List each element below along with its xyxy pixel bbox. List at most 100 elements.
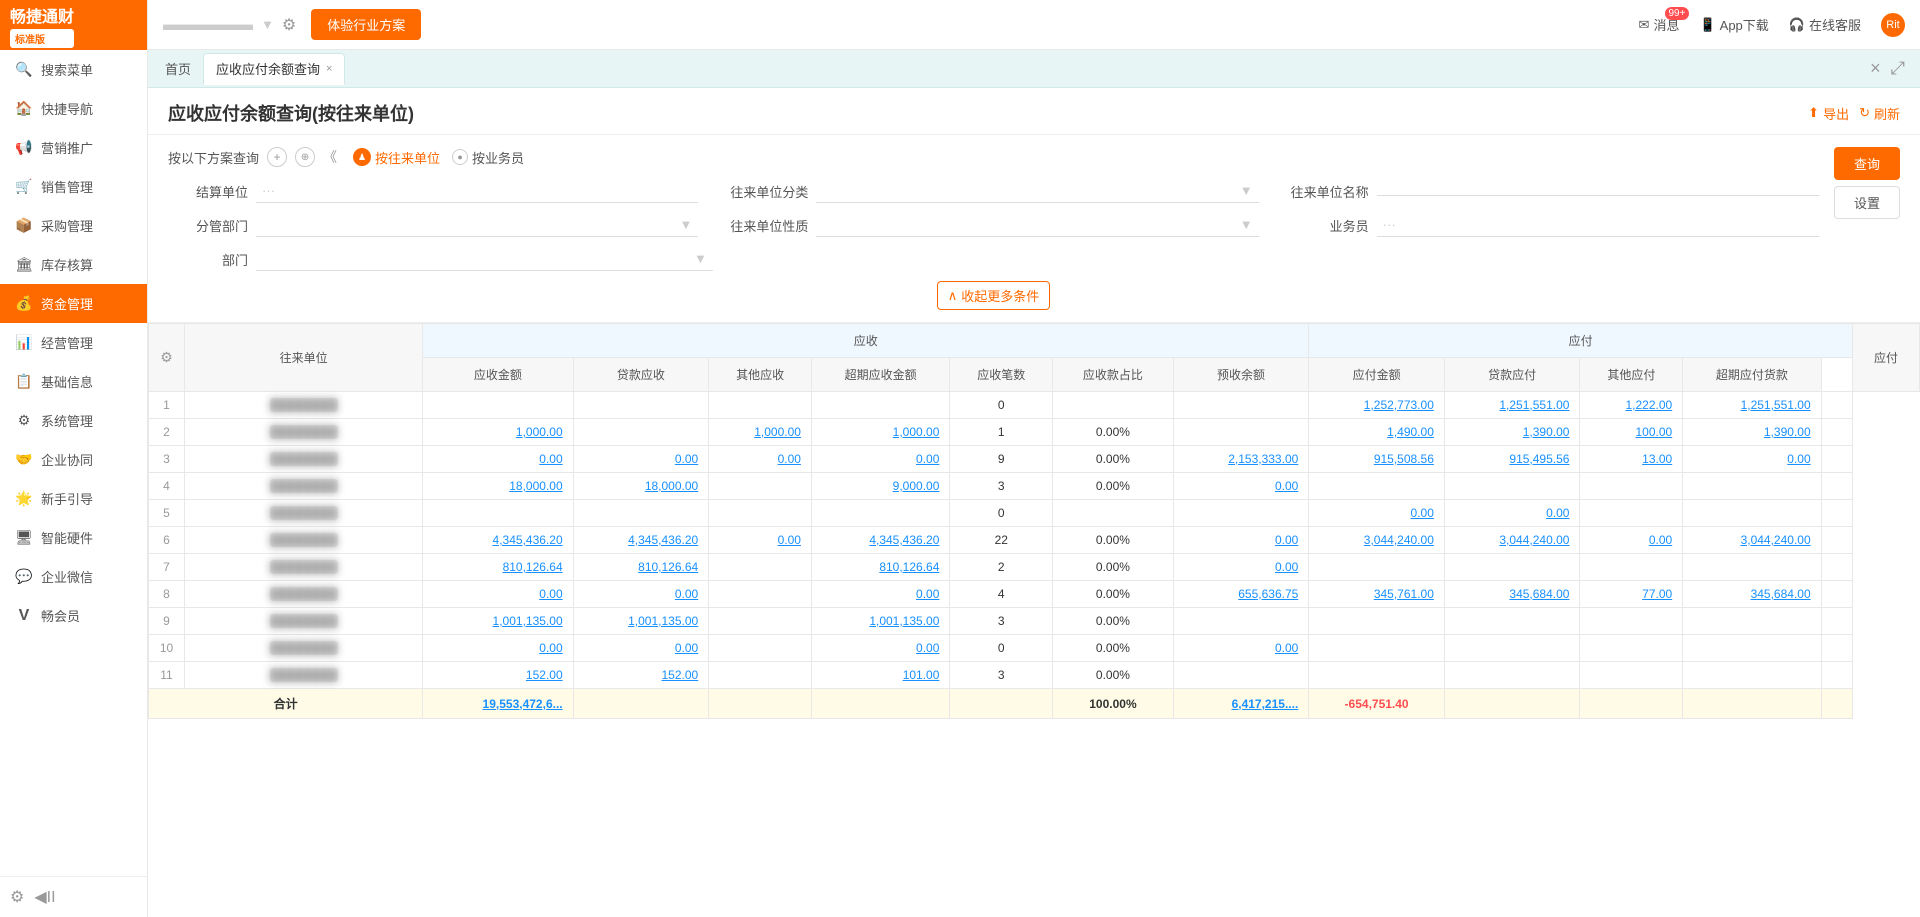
- online-service-label: 在线客服: [1809, 15, 1861, 34]
- page-area: 应收应付余额查询(按往来单位) ⬆ 导出 ↻ 刷新: [148, 88, 1920, 917]
- sidebar-item-search-menu[interactable]: 🔍 搜索菜单: [0, 50, 147, 89]
- th-ap-loan: 贷款应付: [1444, 358, 1580, 392]
- collapse-footer-icon[interactable]: ◀II: [34, 887, 55, 907]
- table-settings-icon[interactable]: ⚙: [160, 349, 173, 365]
- row-num: 6: [149, 527, 185, 554]
- settings-btn[interactable]: 设置: [1834, 186, 1900, 219]
- export-icon: ⬆: [1808, 105, 1819, 121]
- app-logo: 畅捷通财 标准版: [0, 0, 147, 50]
- table-container[interactable]: ⚙ 往来单位 应收 应付 应付 应收金额 贷款应收 其他应收 超期应收金额: [148, 323, 1920, 917]
- sidebar: 畅捷通财 标准版 🔍 搜索菜单 🏠 快捷导航 📢 营销推广 🛒 销售管理 📦 采…: [0, 0, 148, 917]
- scheme-partner-btn[interactable]: ♟ 按往来单位: [353, 148, 440, 167]
- message-icon: ✉: [1639, 17, 1650, 33]
- filter-row-3: 部门 ▼: [168, 247, 1819, 271]
- gear-icon[interactable]: ⚙: [282, 15, 296, 35]
- filter-expand-btn[interactable]: 《: [323, 147, 337, 167]
- row-num: 9: [149, 608, 185, 635]
- scheme-salesperson-icon: ●: [452, 149, 468, 165]
- partner-name: ████████: [185, 473, 423, 500]
- sidebar-item-label: 系统管理: [41, 411, 93, 430]
- th-partner: 往来单位: [185, 324, 423, 392]
- th-ar-prepay: 预收余额: [1173, 358, 1309, 392]
- tab-ar-ap-query[interactable]: 应收应付余额查询 ×: [203, 53, 345, 85]
- department-input[interactable]: ▼: [256, 213, 698, 237]
- sidebar-item-beginner-guide[interactable]: 🌟 新手引导: [0, 479, 147, 518]
- message-btn[interactable]: ✉ 消息 99+: [1639, 15, 1680, 34]
- th-ar-ratio: 应收款占比: [1053, 358, 1174, 392]
- sidebar-item-vip-member[interactable]: V 畅会员: [0, 596, 147, 635]
- table-row: 6████████4,345,436.204,345,436.200.004,3…: [149, 527, 1920, 554]
- sidebar-item-enterprise-wechat[interactable]: 💬 企业微信: [0, 557, 147, 596]
- filter-add-btn[interactable]: +: [267, 147, 287, 167]
- sidebar-item-finance[interactable]: 💰 资金管理: [0, 284, 147, 323]
- table-row: 11████████152.00152.00101.0030.00%: [149, 662, 1920, 689]
- system-icon: ⚙: [15, 412, 33, 430]
- window-close-icon[interactable]: ×: [1870, 58, 1881, 79]
- th-ap-amount: 应付金额: [1309, 358, 1445, 392]
- tab-close-icon[interactable]: ×: [326, 63, 332, 75]
- sidebar-item-smart-hardware[interactable]: 🖥 智能硬件: [0, 518, 147, 557]
- footer-ap-loan: [1444, 689, 1580, 719]
- footer-ar-prepay[interactable]: 6,417,215....: [1173, 689, 1309, 719]
- th-settings[interactable]: ⚙: [149, 324, 185, 392]
- top-bar: ▬▬▬▬▬ ▼ ⚙ 体验行业方案 ✉ 消息 99+ 📱 App下载 🎧 在线客服: [148, 0, 1920, 50]
- scheme-salesperson-btn[interactable]: ● 按业务员: [452, 148, 524, 167]
- settings-footer-icon[interactable]: ⚙: [10, 887, 24, 907]
- sidebar-item-purchase[interactable]: 📦 采购管理: [0, 206, 147, 245]
- row-num: 3: [149, 446, 185, 473]
- footer-ar-amount[interactable]: 19,553,472,6...: [423, 689, 573, 719]
- partner-name: ████████: [185, 608, 423, 635]
- partner-name-label: 往来单位名称: [1289, 182, 1369, 201]
- sidebar-item-sales[interactable]: 🛒 销售管理: [0, 167, 147, 206]
- row-num: 11: [149, 662, 185, 689]
- breadcrumb-dropdown-icon[interactable]: ▼: [261, 17, 274, 32]
- app-download-btn[interactable]: 📱 App下载: [1699, 15, 1768, 34]
- user-icon: Rit: [1881, 13, 1905, 37]
- partner-category-input[interactable]: ▼: [816, 179, 1258, 203]
- partner-name-input[interactable]: [1377, 187, 1819, 196]
- th-ar-overdue: 超期应收金额: [811, 358, 949, 392]
- settlement-unit-input[interactable]: ···: [256, 179, 698, 203]
- partner-nature-input[interactable]: ▼: [816, 213, 1258, 237]
- query-btn[interactable]: 查询: [1834, 147, 1900, 180]
- footer-ap-cont: [1821, 689, 1852, 719]
- sidebar-item-business[interactable]: 📊 经营管理: [0, 323, 147, 362]
- app-name: 畅捷通财: [10, 3, 74, 27]
- sales-icon: 🛒: [15, 178, 33, 196]
- hardware-icon: 🖥: [15, 529, 33, 547]
- collapse-more-btn[interactable]: ∧ 收起更多条件: [937, 281, 1051, 310]
- page-header-actions: ⬆ 导出 ↻ 刷新: [1808, 104, 1900, 123]
- window-max-icon[interactable]: ⤢: [1891, 58, 1905, 79]
- export-btn[interactable]: ⬆ 导出: [1808, 104, 1849, 123]
- scheme-partner-icon: ♟: [353, 148, 371, 166]
- filter-actions: 查询 设置: [1834, 147, 1900, 219]
- footer-ar-other: [709, 689, 812, 719]
- sidebar-item-inventory[interactable]: 🏛 库存核算: [0, 245, 147, 284]
- breadcrumb: ▬▬▬▬▬: [163, 14, 253, 35]
- refresh-icon: ↻: [1859, 105, 1870, 121]
- online-service-btn[interactable]: 🎧 在线客服: [1789, 15, 1861, 34]
- table-row: 10████████0.000.000.0000.00%0.00: [149, 635, 1920, 662]
- sidebar-item-marketing[interactable]: 📢 营销推广: [0, 128, 147, 167]
- salesperson-input[interactable]: ···: [1377, 213, 1819, 237]
- trial-btn[interactable]: 体验行业方案: [311, 9, 421, 40]
- department2-input[interactable]: ▼: [256, 247, 713, 271]
- sidebar-item-enterprise-collab[interactable]: 🤝 企业协同: [0, 440, 147, 479]
- sidebar-item-label: 销售管理: [41, 177, 93, 196]
- inventory-icon: 🏛: [15, 256, 33, 274]
- partner-name: ████████: [185, 635, 423, 662]
- partner-name: ████████: [185, 662, 423, 689]
- partner-name: ████████: [185, 581, 423, 608]
- th-ar-other: 其他应收: [709, 358, 812, 392]
- partner-category-label: 往来单位分类: [728, 182, 808, 201]
- refresh-btn[interactable]: ↻ 刷新: [1859, 104, 1900, 123]
- sidebar-item-system[interactable]: ⚙ 系统管理: [0, 401, 147, 440]
- top-bar-left: ▬▬▬▬▬ ▼ ⚙: [163, 14, 296, 35]
- tab-home[interactable]: 首页: [153, 53, 203, 85]
- sidebar-item-quick-nav[interactable]: 🏠 快捷导航: [0, 89, 147, 128]
- table-row: 1████████01,252,773.001,251,551.001,222.…: [149, 392, 1920, 419]
- sidebar-item-basic-info[interactable]: 📋 基础信息: [0, 362, 147, 401]
- filter-scheme-btn[interactable]: ⊕: [295, 147, 315, 167]
- app-download-label: App下载: [1720, 15, 1769, 34]
- user-avatar[interactable]: Rit: [1881, 13, 1905, 37]
